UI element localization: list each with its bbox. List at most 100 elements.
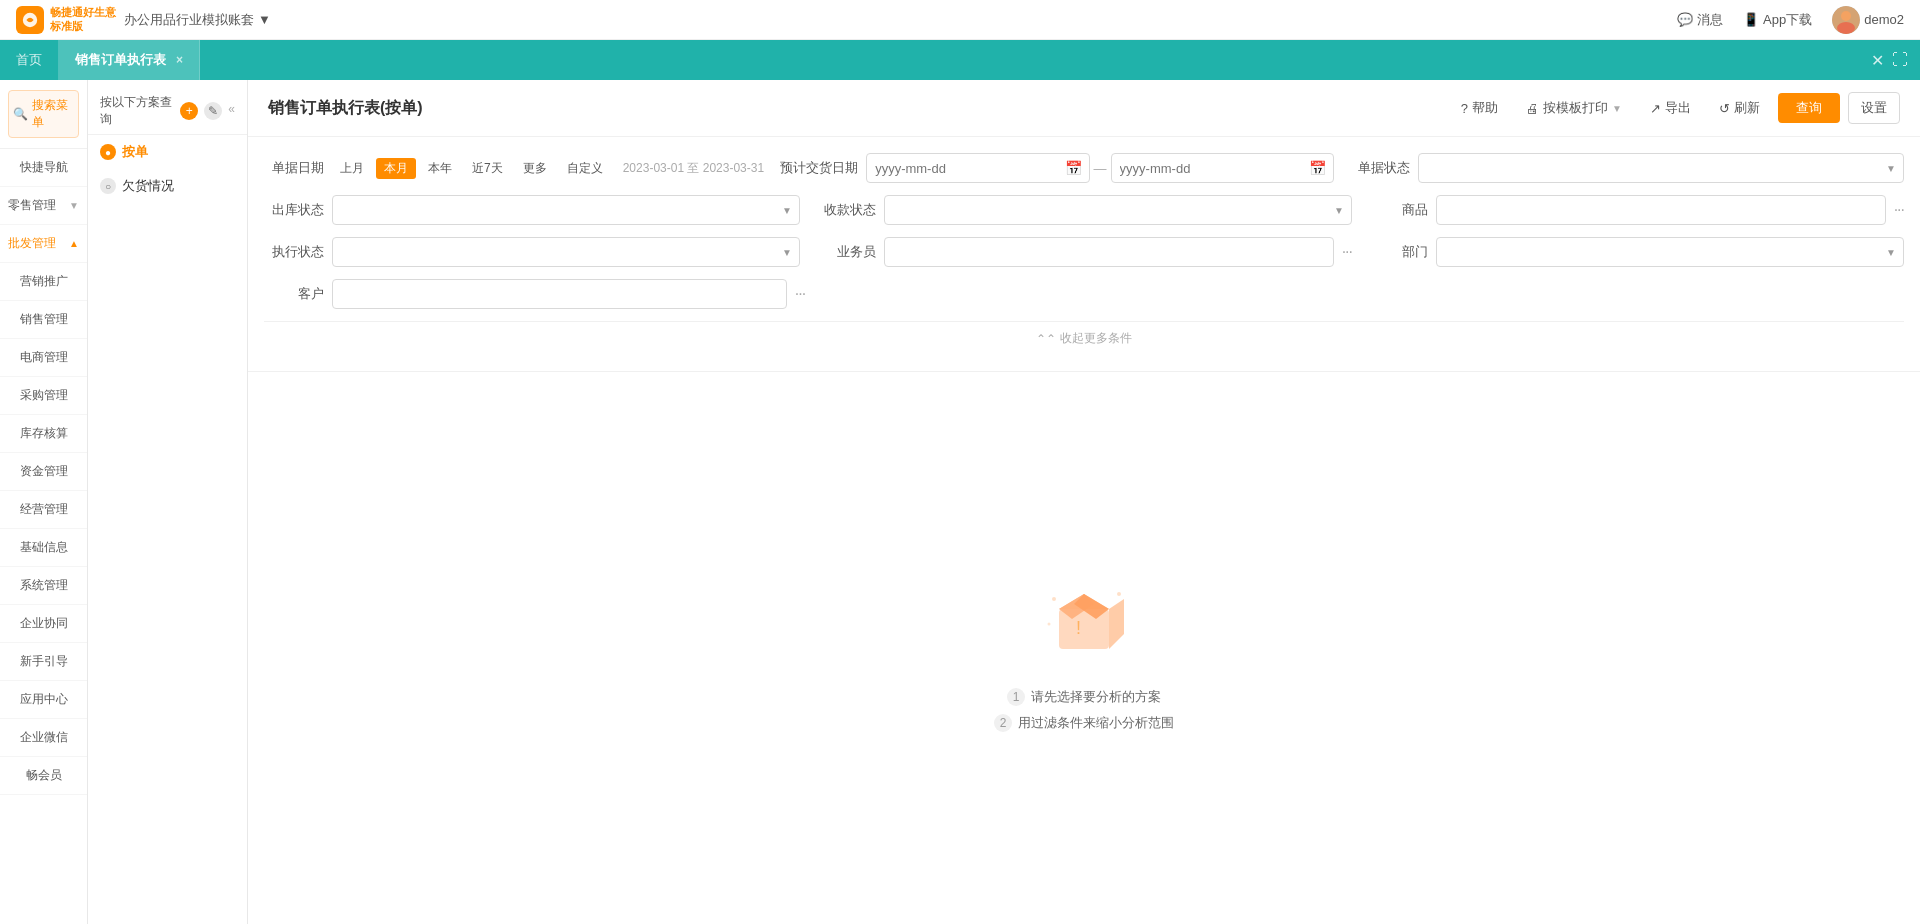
sidebar-search-btn[interactable]: 🔍 搜索菜单 bbox=[8, 90, 79, 138]
scheme-item-order[interactable]: ● 按单 bbox=[88, 135, 247, 169]
window-expand-btn[interactable]: ⛶ bbox=[1892, 51, 1908, 69]
date-range-display: 2023-03-01 至 2023-03-31 bbox=[623, 160, 764, 177]
customer-more-icon[interactable]: ··· bbox=[795, 285, 805, 303]
date-tab-thisyear[interactable]: 本年 bbox=[420, 158, 460, 179]
department-select-wrapper: ▼ bbox=[1436, 237, 1904, 267]
date-tabs: 上月 本月 本年 近7天 更多 自定义 bbox=[332, 158, 611, 179]
filter-group-date: 单据日期 上月 本月 本年 近7天 更多 自定义 2023-03-01 至 20… bbox=[264, 158, 764, 179]
app-download-action[interactable]: 📱 App下载 bbox=[1743, 11, 1812, 29]
window-close-btn[interactable]: ✕ bbox=[1871, 51, 1884, 70]
scheme-item-shortage[interactable]: ○ 欠货情况 bbox=[88, 169, 247, 203]
tab-home[interactable]: 首页 bbox=[0, 40, 59, 80]
empty-hint-2: 2 用过滤条件来缩小分析范围 bbox=[994, 714, 1174, 732]
sidebar-item-member[interactable]: 畅会员 bbox=[0, 757, 87, 795]
date-tab-custom[interactable]: 自定义 bbox=[559, 158, 611, 179]
empty-illustration: ! bbox=[1024, 564, 1144, 664]
svg-point-3 bbox=[1837, 22, 1855, 34]
goods-more-icon[interactable]: ··· bbox=[1894, 201, 1904, 219]
top-bar: 畅捷通好生意 标准版 办公用品行业模拟账套 ▼ 💬 消息 📱 App下载 dem… bbox=[0, 0, 1920, 40]
action-btn-group: ? 帮助 🖨 按模板打印 ▼ ↗ 导出 bbox=[1451, 92, 1900, 124]
page-title: 销售订单执行表(按单) bbox=[268, 98, 423, 119]
sales-label: 销售管理 bbox=[20, 312, 68, 326]
department-label: 部门 bbox=[1368, 243, 1428, 261]
payment-select[interactable] bbox=[884, 195, 1352, 225]
svg-text:!: ! bbox=[1076, 618, 1081, 638]
outbound-select[interactable] bbox=[332, 195, 800, 225]
top-bar-right: 💬 消息 📱 App下载 demo2 bbox=[1677, 6, 1904, 34]
edit-scheme-btn[interactable]: ✎ bbox=[204, 102, 222, 120]
sidebar-item-appstore[interactable]: 应用中心 bbox=[0, 681, 87, 719]
scheme-order-label: 按单 bbox=[122, 143, 148, 161]
settings-btn[interactable]: 设置 bbox=[1848, 92, 1900, 124]
sidebar-item-basic[interactable]: 基础信息 bbox=[0, 529, 87, 567]
export-btn[interactable]: ↗ 导出 bbox=[1640, 94, 1701, 122]
collapse-more-btn[interactable]: ⌃⌃ 收起更多条件 bbox=[264, 321, 1904, 355]
sidebar-item-quick-nav[interactable]: 快捷导航 bbox=[0, 149, 87, 187]
message-action[interactable]: 💬 消息 bbox=[1677, 11, 1723, 29]
help-label: 帮助 bbox=[1472, 99, 1498, 117]
svg-point-10 bbox=[1052, 597, 1056, 601]
sidebar-item-sales[interactable]: 销售管理 bbox=[0, 301, 87, 339]
sidebar-item-purchase[interactable]: 采购管理 bbox=[0, 377, 87, 415]
sidebar-item-wholesale[interactable]: 批发管理 ▲ bbox=[0, 225, 87, 263]
sidebar-item-guide[interactable]: 新手引导 bbox=[0, 643, 87, 681]
sidebar-item-marketing[interactable]: 营销推广 bbox=[0, 263, 87, 301]
status-select[interactable] bbox=[1418, 153, 1904, 183]
app-icon: 📱 bbox=[1743, 12, 1759, 27]
customer-input[interactable] bbox=[332, 279, 787, 309]
app-download-label: App下载 bbox=[1763, 11, 1812, 29]
logo-icon bbox=[16, 6, 44, 34]
add-scheme-btn[interactable]: + bbox=[180, 102, 198, 120]
sidebar-item-wechat[interactable]: 企业微信 bbox=[0, 719, 87, 757]
salesperson-more-icon[interactable]: ··· bbox=[1342, 243, 1352, 261]
sidebar-item-ecommerce[interactable]: 电商管理 bbox=[0, 339, 87, 377]
goods-label: 商品 bbox=[1368, 201, 1428, 219]
goods-input[interactable] bbox=[1436, 195, 1886, 225]
tab-bar-end: ✕ ⛶ bbox=[1859, 40, 1920, 80]
system-label: 系统管理 bbox=[20, 578, 68, 592]
print-btn[interactable]: 🖨 按模板打印 ▼ bbox=[1516, 94, 1632, 122]
date-separator: — bbox=[1094, 161, 1107, 176]
sidebar: 🔍 搜索菜单 快捷导航 零售管理 ▼ 批发管理 ▲ 营销推广 销售管理 电商管理… bbox=[0, 80, 88, 924]
sidebar-item-inventory[interactable]: 库存核算 bbox=[0, 415, 87, 453]
svg-point-2 bbox=[1841, 11, 1851, 21]
status-label: 单据状态 bbox=[1350, 159, 1410, 177]
department-select[interactable] bbox=[1436, 237, 1904, 267]
filter-group-status: 单据状态 ▼ bbox=[1350, 153, 1904, 183]
tab-close-btn[interactable]: × bbox=[176, 53, 183, 67]
date-tab-lastmonth[interactable]: 上月 bbox=[332, 158, 372, 179]
company-name: 办公用品行业模拟账套 bbox=[124, 11, 254, 29]
date-tab-thismonth[interactable]: 本月 bbox=[376, 158, 416, 179]
sidebar-item-enterprise[interactable]: 企业协同 bbox=[0, 605, 87, 643]
salesperson-input[interactable] bbox=[884, 237, 1334, 267]
enterprise-label: 企业协同 bbox=[20, 616, 68, 630]
query-btn[interactable]: 查询 bbox=[1778, 93, 1840, 123]
empty-state: ! 1 请先选择要分析的方案 2 bbox=[248, 372, 1920, 924]
username-label: demo2 bbox=[1864, 12, 1904, 27]
refresh-btn[interactable]: ↺ 刷新 bbox=[1709, 94, 1770, 122]
content-inner: 按以下方案查询 + ✎ « ● bbox=[88, 80, 1920, 924]
filter-group-customer: 客户 ··· bbox=[264, 279, 805, 309]
collapse-panel-btn[interactable]: « bbox=[228, 102, 235, 120]
company-selector[interactable]: 办公用品行业模拟账套 ▼ bbox=[124, 11, 271, 29]
sidebar-item-finance[interactable]: 资金管理 bbox=[0, 453, 87, 491]
expected-date-to[interactable] bbox=[1111, 153, 1334, 183]
sidebar-item-retail[interactable]: 零售管理 ▼ bbox=[0, 187, 87, 225]
sidebar-item-system[interactable]: 系统管理 bbox=[0, 567, 87, 605]
exec-select[interactable] bbox=[332, 237, 800, 267]
expected-date-from[interactable] bbox=[866, 153, 1089, 183]
tab-sales-order[interactable]: 销售订单执行表 × bbox=[59, 40, 200, 80]
scheme-gray-dot: ○ bbox=[105, 181, 111, 192]
top-bar-left: 畅捷通好生意 标准版 办公用品行业模拟账套 ▼ bbox=[16, 6, 271, 34]
scheme-active-icon: ● bbox=[100, 144, 116, 160]
edit-icon: ✎ bbox=[208, 104, 218, 118]
refresh-label: 刷新 bbox=[1734, 99, 1760, 117]
collapse-icon: « bbox=[228, 102, 235, 116]
date-tab-7days[interactable]: 近7天 bbox=[464, 158, 511, 179]
date-tab-more[interactable]: 更多 bbox=[515, 158, 555, 179]
help-btn[interactable]: ? 帮助 bbox=[1451, 94, 1508, 122]
sidebar-item-operations[interactable]: 经营管理 bbox=[0, 491, 87, 529]
right-panel: 销售订单执行表(按单) ? 帮助 🖨 按模板打印 ▼ bbox=[248, 80, 1920, 924]
user-action[interactable]: demo2 bbox=[1832, 6, 1904, 34]
quick-nav-label: 快捷导航 bbox=[20, 160, 68, 174]
